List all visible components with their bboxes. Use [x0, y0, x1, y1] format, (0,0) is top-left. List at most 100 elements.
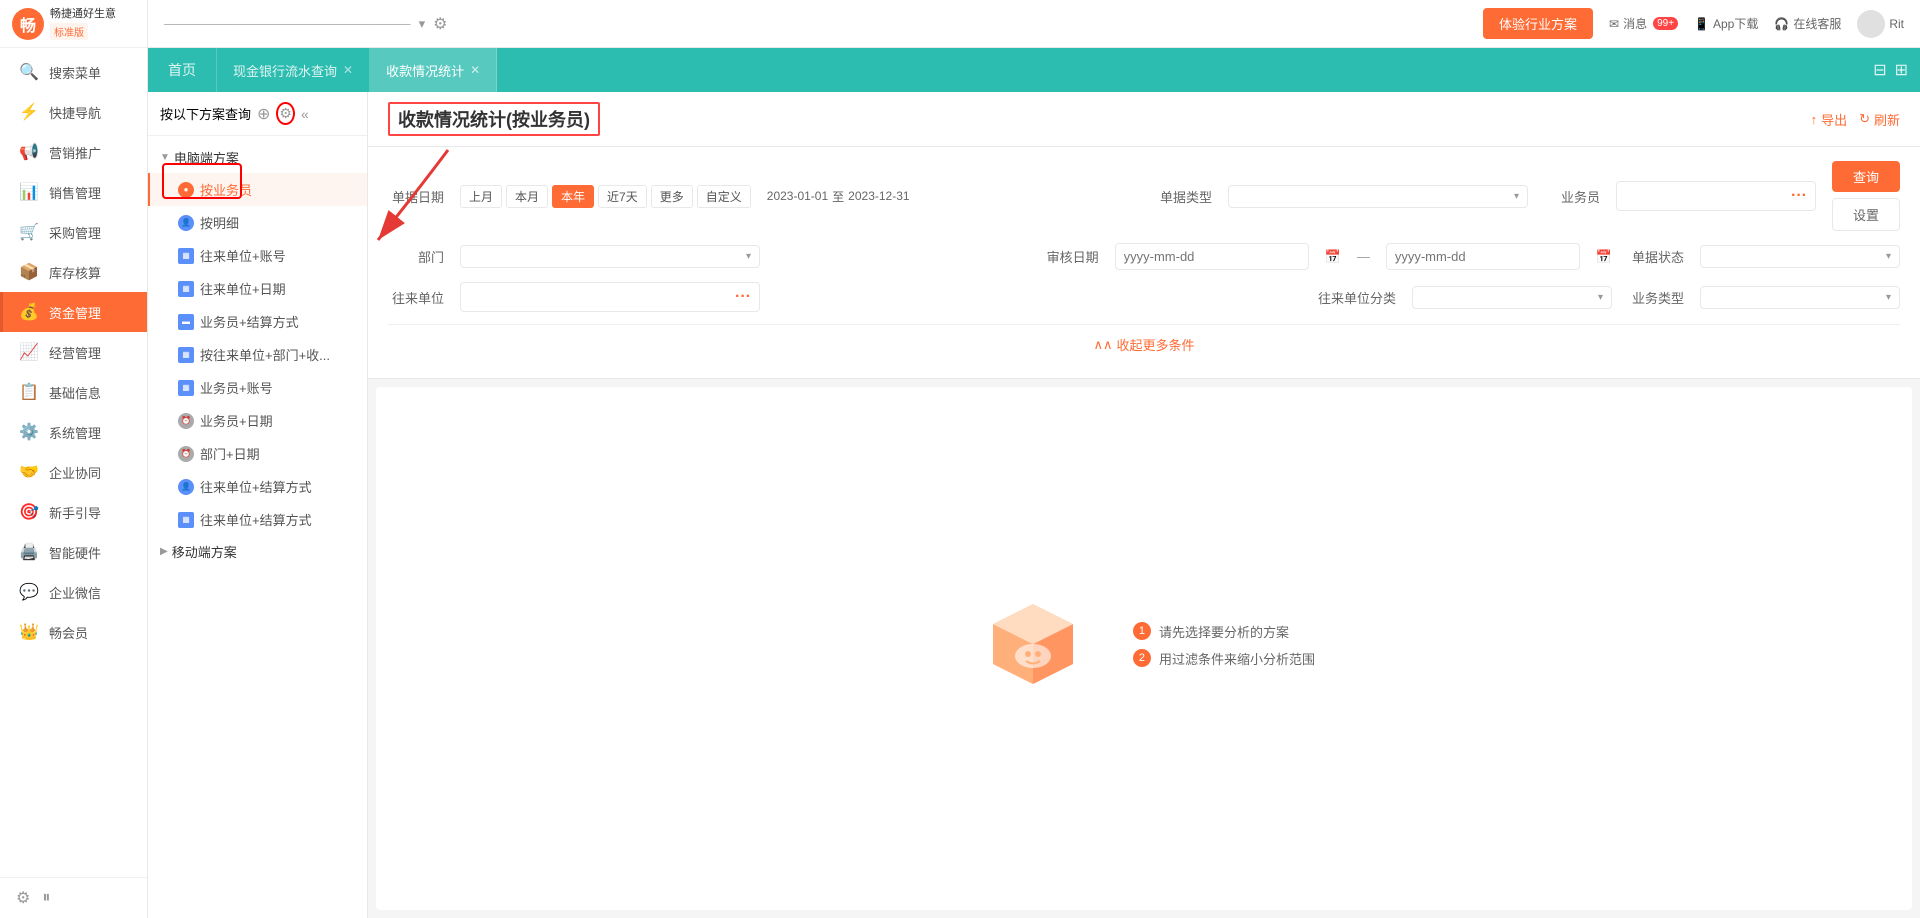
- online-service-btn[interactable]: 🎧 在线客服: [1774, 15, 1841, 32]
- settings-btn[interactable]: 设置: [1832, 198, 1900, 231]
- left-panel-title: 按以下方案查询: [160, 104, 251, 123]
- review-date-start-input[interactable]: [1115, 243, 1309, 270]
- calendar-icon-1[interactable]: 📅: [1325, 249, 1341, 265]
- tree-item-by-dept-date[interactable]: ⏰ 部门+日期: [148, 437, 367, 470]
- add-scheme-icon[interactable]: ⊕: [257, 104, 270, 124]
- bill-type-select[interactable]: ▾: [1228, 185, 1528, 208]
- sidebar-item-system[interactable]: ⚙️ 系统管理: [0, 412, 147, 452]
- calendar-icon-2[interactable]: 📅: [1596, 249, 1612, 265]
- step-2-num: 2: [1133, 649, 1151, 667]
- date-btn-custom[interactable]: 自定义: [697, 185, 751, 208]
- user-avatar-area[interactable]: Rit: [1857, 10, 1904, 38]
- tree-group-desktop-header[interactable]: ▼ 电脑端方案: [148, 142, 367, 173]
- tabbar-spacer: [497, 48, 1861, 92]
- collapse-bar[interactable]: ∧∧ 收起更多条件: [388, 324, 1900, 364]
- business-type-select[interactable]: ▾: [1700, 286, 1900, 309]
- date-btn-more[interactable]: 更多: [651, 185, 693, 208]
- tree-item-by-unit-dept-collection[interactable]: ▦ 按往来单位+部门+收...: [148, 338, 367, 371]
- sidebar-item-wechat[interactable]: 💬 企业微信: [0, 572, 147, 612]
- date-range-end: 2023-12-31: [848, 189, 909, 203]
- query-btn[interactable]: 查询: [1832, 161, 1900, 192]
- tree-item-by-salesperson-settlement[interactable]: ▬ 业务员+结算方式: [148, 305, 367, 338]
- sidebar-item-inventory-label: 库存核算: [49, 263, 101, 282]
- quicknav-icon: ⚡: [19, 102, 39, 122]
- sidebar-item-operations-label: 经营管理: [49, 343, 101, 362]
- refresh-btn[interactable]: ↻ 刷新: [1859, 110, 1900, 129]
- tree-item-icon-salesperson-settlement: ▬: [178, 314, 194, 330]
- tree-item-by-salesperson-date[interactable]: ⏰ 业务员+日期: [148, 404, 367, 437]
- sidebar-item-search[interactable]: 🔍 搜索菜单: [0, 52, 147, 92]
- tree-item-by-salesperson-settlement-label: 业务员+结算方式: [200, 312, 299, 331]
- date-btn-this-year[interactable]: 本年: [552, 185, 594, 208]
- inventory-icon: 📦: [19, 262, 39, 282]
- source-unit-category-label: 往来单位分类: [1318, 288, 1396, 307]
- dropdown-arrow-icon[interactable]: ▾: [419, 16, 426, 32]
- tab-collection-stats-close-icon[interactable]: ✕: [470, 63, 480, 77]
- tree-item-by-unit-account[interactable]: ▦ 往来单位+账号: [148, 239, 367, 272]
- tab-home[interactable]: 首页: [148, 48, 217, 92]
- sidebar-item-sales[interactable]: 📊 销售管理: [0, 172, 147, 212]
- tab-maximize-icon[interactable]: ⊞: [1895, 60, 1908, 80]
- export-btn[interactable]: ↑ 导出: [1811, 110, 1848, 129]
- sidebar-item-basic[interactable]: 📋 基础信息: [0, 372, 147, 412]
- filter-row-3: 往来单位 ··· 往来单位分类 ▾ 业务类型: [388, 282, 1900, 312]
- tree-item-by-salesperson[interactable]: ● 按业务员: [148, 173, 367, 206]
- tree-item-by-unit-settlement1[interactable]: 👤 往来单位+结算方式: [148, 470, 367, 503]
- source-unit-dots-icon[interactable]: ···: [735, 288, 751, 306]
- collapse-sidebar-icon[interactable]: ⏸: [42, 889, 50, 907]
- salesperson-select[interactable]: ···: [1616, 181, 1816, 211]
- sidebar-item-member[interactable]: 👑 畅会员: [0, 612, 147, 652]
- sidebar-item-hardware[interactable]: 🖨️ 智能硬件: [0, 532, 147, 572]
- tab-collection-stats[interactable]: 收款情况统计 ✕: [370, 48, 497, 92]
- sidebar-item-finance[interactable]: 💰 资金管理: [0, 292, 147, 332]
- filter-row-1: 单据日期 上月 本月 本年 近7天 更多 自定义 2023-01-01 至 20…: [388, 161, 1900, 231]
- member-icon: 👑: [19, 622, 39, 642]
- tab-minimize-icon[interactable]: ⊟: [1873, 60, 1886, 80]
- source-unit-category-select[interactable]: ▾: [1412, 286, 1612, 309]
- topbar-right: 体验行业方案 ✉ 消息 99+ 📱 App下载 🎧 在线客服 Rit: [1483, 8, 1904, 39]
- topbar-gear-icon[interactable]: ⚙: [433, 14, 447, 34]
- salesperson-dots-icon[interactable]: ···: [1791, 187, 1807, 205]
- tab-bank-flow-close-icon[interactable]: ✕: [343, 63, 353, 77]
- settings-bottom-icon[interactable]: ⚙: [16, 888, 30, 908]
- user-avatar: [1857, 10, 1885, 38]
- tree-item-by-unit-settlement2[interactable]: ▦ 往来单位+结算方式: [148, 503, 367, 536]
- tree-item-icon-unit-date: ▦: [178, 281, 194, 297]
- date-btn-last-7-days[interactable]: 近7天: [598, 185, 647, 208]
- tree-item-by-salesperson-account[interactable]: ▦ 业务员+账号: [148, 371, 367, 404]
- sidebar-item-guide[interactable]: 🎯 新手引导: [0, 492, 147, 532]
- page-header: 收款情况统计(按业务员) ↑ 导出 ↻ 刷新: [368, 92, 1920, 147]
- source-unit-select[interactable]: ···: [460, 282, 760, 312]
- sidebar-item-operations[interactable]: 📈 经营管理: [0, 332, 147, 372]
- sidebar-item-marketing[interactable]: 📢 营销推广: [0, 132, 147, 172]
- step-1-text: 请先选择要分析的方案: [1159, 622, 1289, 641]
- logo-icon: 畅: [12, 8, 44, 40]
- trial-btn[interactable]: 体验行业方案: [1483, 8, 1593, 39]
- sidebar-item-quicknav[interactable]: ⚡ 快捷导航: [0, 92, 147, 132]
- tree-item-by-salesperson-label: 按业务员: [200, 180, 252, 199]
- topbar: ───────────────────────────── ▾ ⚙ 体验行业方案…: [148, 0, 1920, 48]
- bill-status-select[interactable]: ▾: [1700, 245, 1900, 268]
- tree-item-by-unit-dept-label: 按往来单位+部门+收...: [200, 345, 330, 364]
- collapse-panel-icon[interactable]: «: [301, 106, 309, 122]
- page-body: 按以下方案查询 ⊕ ⚙ « ▼ 电脑端方案 ● 按业务员: [148, 92, 1920, 918]
- sidebar-item-marketing-label: 营销推广: [49, 143, 101, 162]
- sidebar-item-inventory[interactable]: 📦 库存核算: [0, 252, 147, 292]
- date-btn-last-month[interactable]: 上月: [460, 185, 502, 208]
- settings-scheme-icon[interactable]: ⚙: [276, 102, 295, 125]
- tree-item-by-unit-date[interactable]: ▦ 往来单位+日期: [148, 272, 367, 305]
- messages-badge: 99+: [1653, 17, 1678, 30]
- tree-item-by-detail[interactable]: 👤 按明细: [148, 206, 367, 239]
- messages-btn[interactable]: ✉ 消息 99+: [1609, 15, 1678, 32]
- dept-select[interactable]: ▾: [460, 245, 760, 268]
- tree-group-desktop: ▼ 电脑端方案 ● 按业务员 👤 按明细 ▦ 往来单位+账号: [148, 142, 367, 536]
- logo-text: 畅捷通好生意: [50, 7, 116, 21]
- review-date-end-input[interactable]: [1386, 243, 1580, 270]
- sidebar-item-purchase[interactable]: 🛒 采购管理: [0, 212, 147, 252]
- tree-group-mobile-header[interactable]: ▶ 移动端方案: [148, 536, 367, 567]
- app-download-btn[interactable]: 📱 App下载: [1694, 15, 1758, 32]
- sidebar-item-enterprise[interactable]: 🤝 企业协同: [0, 452, 147, 492]
- date-btn-this-month[interactable]: 本月: [506, 185, 548, 208]
- tab-bank-flow[interactable]: 现金银行流水查询 ✕: [217, 48, 370, 92]
- source-category-arrow-icon: ▾: [1598, 292, 1603, 303]
